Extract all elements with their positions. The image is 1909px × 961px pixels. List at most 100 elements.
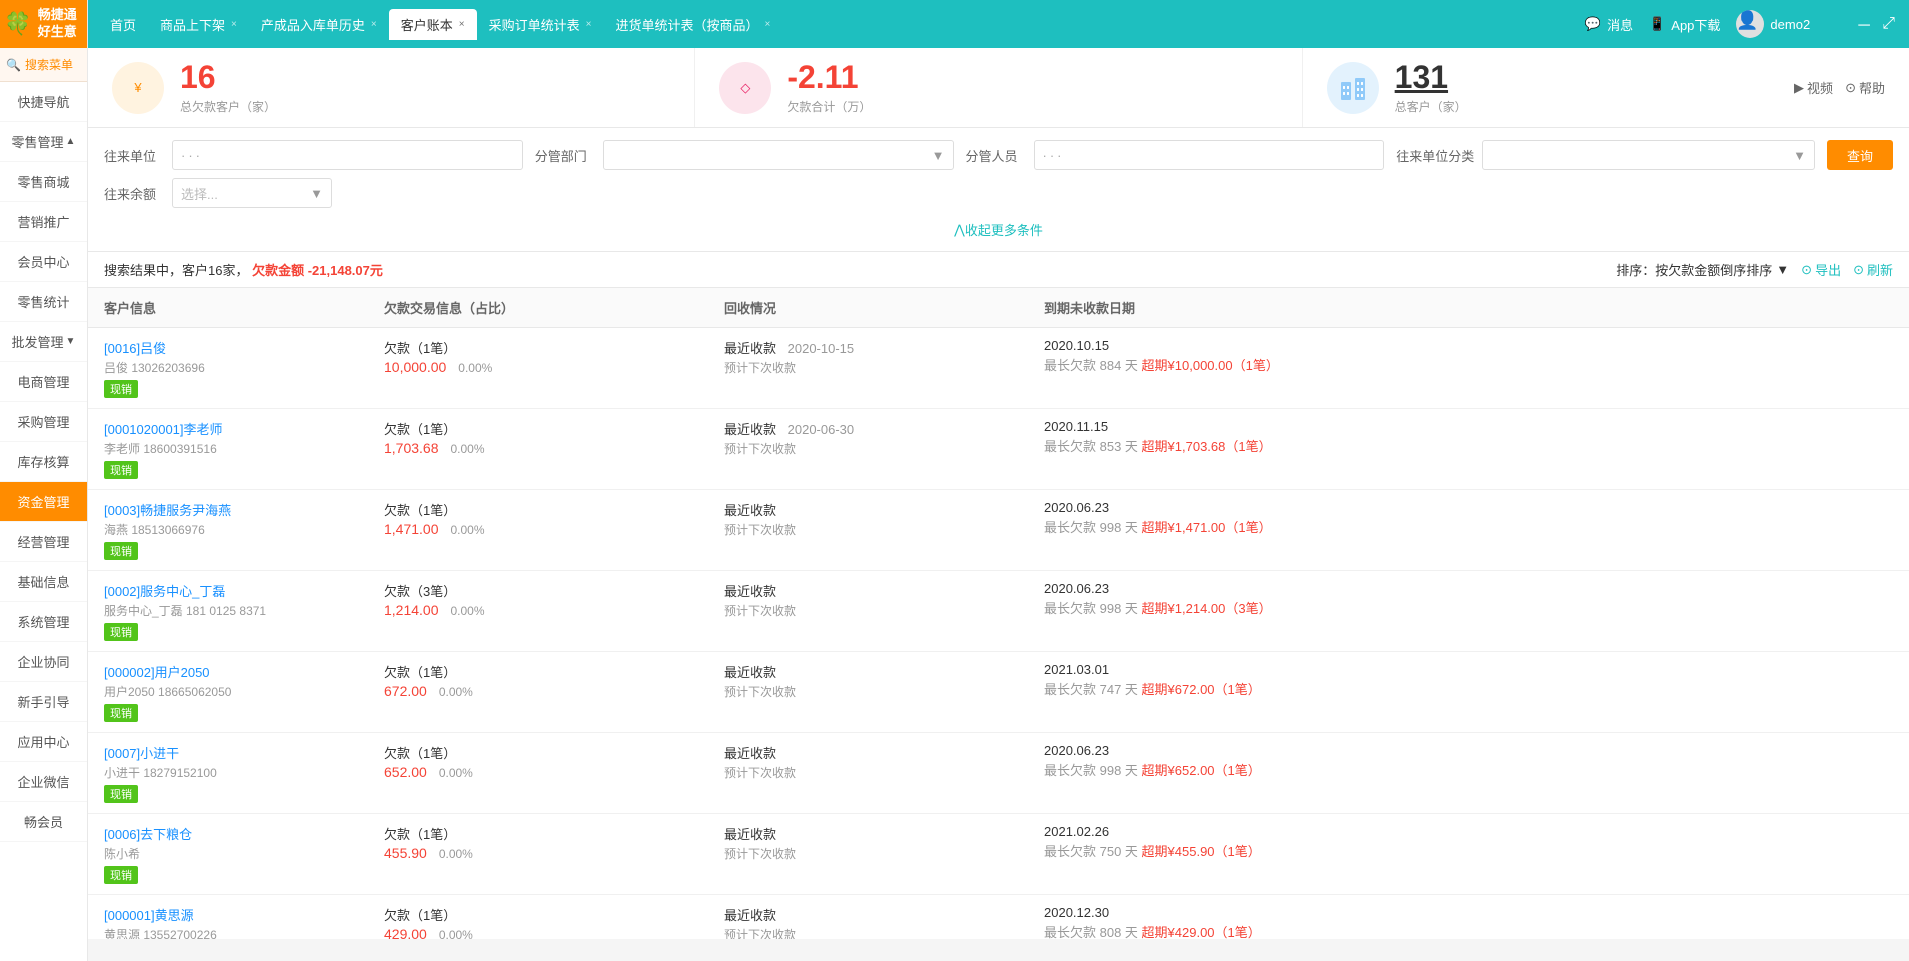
user-avatar: 👤 (1736, 10, 1764, 38)
message-btn[interactable]: 💬 消息 (1585, 15, 1633, 34)
collection-sub-6: 预计下次收款 (724, 845, 1012, 862)
sidebar-label-batch-mgmt: 批发管理 (12, 332, 64, 351)
table-row: [0006]去下粮仓 陈小希 现销 欠款（1笔） 455.90 0.00% (88, 814, 1909, 895)
table-area: 搜索结果中，客户16家， 欠款金额 -21,148.07元 排序：按欠款金额倒序… (88, 252, 1909, 961)
debt-count-2: 欠款（1笔） (384, 500, 485, 519)
sidebar-item-guide[interactable]: 新手引导 (0, 682, 87, 722)
sidebar-item-wechat[interactable]: 企业微信 (0, 762, 87, 802)
debt-container-6: 欠款（1笔） 455.90 0.00% (384, 824, 473, 861)
customer-name-2[interactable]: [0003]畅捷服务尹海燕 (104, 500, 352, 519)
tab-purchase-stats[interactable]: 进货单统计表（按商品） × (603, 9, 782, 40)
customer-name-5[interactable]: [0007]小进干 (104, 743, 352, 762)
sidebar-item-quick-nav[interactable]: 快捷导航 (0, 82, 87, 122)
debt-row-5: 欠款（1笔） 652.00 0.00% (384, 743, 692, 780)
app-download-btn[interactable]: 📱 App下载 (1649, 15, 1720, 34)
export-btn[interactable]: ⊙ 导出 (1801, 260, 1841, 279)
unit-category-select[interactable]: ▼ (1482, 140, 1815, 170)
department-select[interactable]: ▼ (603, 140, 954, 170)
search-button[interactable]: 查询 (1827, 140, 1893, 170)
manager-input[interactable]: ··· (1034, 140, 1385, 170)
debt-amount-row-2: 1,471.00 0.00% (384, 519, 485, 537)
overdue-amount-6[interactable]: 超期¥455.90（1笔） (1142, 844, 1261, 859)
filter-row-2: 往来余额 选择... ▼ (104, 178, 1893, 208)
overdue-date-5: 2020.06.23 (1044, 743, 1893, 758)
overdue-amount-0[interactable]: 超期¥10,000.00（1笔） (1142, 358, 1279, 373)
collapse-filters-row[interactable]: ⋀ 收起更多条件 (104, 216, 1893, 243)
app-name: 畅捷通好生意 (31, 7, 83, 41)
stat-debt-customers-label: 总欠款客户（家） (180, 98, 276, 115)
overdue-amount-1[interactable]: 超期¥1,703.68（1笔） (1142, 439, 1272, 454)
minimize-btn[interactable]: － (1852, 10, 1876, 38)
collection-info-5: 最近收款 (724, 743, 1012, 762)
tab-product-shelf[interactable]: 商品上下架 × (148, 9, 249, 40)
refresh-btn[interactable]: ⊙ 刷新 (1853, 260, 1893, 279)
collection-info-7: 最近收款 (724, 905, 1012, 924)
tab-product-shelf-label: 商品上下架 (160, 15, 225, 34)
cell-debt-info-4: 欠款（1笔） 672.00 0.00% (368, 652, 708, 733)
sidebar-item-app-center[interactable]: 应用中心 (0, 722, 87, 762)
tab-purchase-order-close[interactable]: × (586, 19, 592, 30)
sidebar-item-marketing[interactable]: 营销推广 (0, 202, 87, 242)
debt-percent-3: 0.00% (451, 604, 485, 618)
tab-home[interactable]: 首页 (98, 9, 148, 40)
overdue-amount-3[interactable]: 超期¥1,214.00（3笔） (1142, 601, 1272, 616)
export-icon: ⊙ (1801, 262, 1812, 278)
debt-count-6: 欠款（1笔） (384, 824, 473, 843)
cell-overdue-1: 2020.11.15 最长欠款 853 天 超期¥1,703.68（1笔） (1028, 409, 1909, 490)
overdue-detail-4: 最长欠款 747 天 超期¥672.00（1笔） (1044, 679, 1893, 698)
sidebar-item-operations[interactable]: 经营管理 (0, 522, 87, 562)
maximize-btn[interactable]: ⤢ (1878, 13, 1899, 35)
sidebar-item-member[interactable]: 会员中心 (0, 242, 87, 282)
tab-customer-account[interactable]: 客户账本 × (389, 9, 477, 40)
balance-arrow: ▼ (310, 186, 323, 201)
message-icon: 💬 (1585, 16, 1601, 32)
sidebar-item-retail-mgmt[interactable]: 零售管理 ▲ (0, 122, 87, 162)
customer-name-7[interactable]: [000001]黄思源 (104, 905, 352, 924)
tab-customer-account-close[interactable]: × (459, 19, 465, 30)
sidebar-item-enterprise[interactable]: 企业协同 (0, 642, 87, 682)
debt-count-4: 欠款（1笔） (384, 662, 473, 681)
table-row: [0007]小进干 小进干 18279152100 现销 欠款（1笔） 652.… (88, 733, 1909, 814)
sidebar-item-retail-store[interactable]: 零售商城 (0, 162, 87, 202)
customer-unit-input[interactable]: ··· (172, 140, 523, 170)
search-menu-item[interactable]: 🔍 搜索菜单 (0, 48, 87, 82)
customer-tag-0: 现销 (104, 380, 138, 398)
customer-name-0[interactable]: [0016]吕俊 (104, 338, 352, 357)
overdue-amount-7[interactable]: 超期¥429.00（1笔） (1142, 925, 1261, 939)
help-btn[interactable]: ⊙ 帮助 (1845, 78, 1885, 97)
video-btn[interactable]: ▶ 视频 (1794, 78, 1833, 97)
sidebar-item-batch-mgmt[interactable]: 批发管理 ▼ (0, 322, 87, 362)
overdue-amount-5[interactable]: 超期¥652.00（1笔） (1142, 763, 1261, 778)
customer-name-4[interactable]: [000002]用户2050 (104, 662, 352, 681)
tab-product-shelf-close[interactable]: × (231, 19, 237, 30)
cell-debt-info-6: 欠款（1笔） 455.90 0.00% (368, 814, 708, 895)
overdue-amount-2[interactable]: 超期¥1,471.00（1笔） (1142, 520, 1272, 535)
sidebar-label-wechat: 企业微信 (17, 772, 69, 791)
sidebar-label-inventory: 库存核算 (17, 452, 69, 471)
cell-overdue-5: 2020.06.23 最长欠款 998 天 超期¥652.00（1笔） (1028, 733, 1909, 814)
customer-name-3[interactable]: [0002]服务中心_丁磊 (104, 581, 352, 600)
debt-percent-1: 0.00% (451, 442, 485, 456)
sidebar-item-inventory[interactable]: 库存核算 (0, 442, 87, 482)
tab-product-history-close[interactable]: × (371, 19, 377, 30)
customer-name-1[interactable]: [0001020001]李老师 (104, 419, 352, 438)
sidebar-item-system[interactable]: 系统管理 (0, 602, 87, 642)
user-menu[interactable]: 👤 demo2 (1736, 10, 1810, 38)
sidebar-item-purchase[interactable]: 采购管理 (0, 402, 87, 442)
sidebar-item-ecommerce[interactable]: 电商管理 (0, 362, 87, 402)
customer-contact-0: 吕俊 13026203696 (104, 359, 352, 376)
sidebar-item-basic-info[interactable]: 基础信息 (0, 562, 87, 602)
sidebar-item-finance[interactable]: 资金管理 (0, 482, 87, 522)
overdue-amount-4[interactable]: 超期¥672.00（1笔） (1142, 682, 1261, 697)
tab-purchase-order[interactable]: 采购订单统计表 × (477, 9, 604, 40)
tab-product-history[interactable]: 产成品入库单历史 × (249, 9, 389, 40)
tab-purchase-stats-close[interactable]: × (764, 19, 770, 30)
sidebar-item-retail-stats[interactable]: 零售统计 (0, 282, 87, 322)
stat-debt-customers-info: 16 总欠款客户（家） (180, 60, 276, 114)
sidebar-label-guide: 新手引导 (17, 692, 69, 711)
sidebar-item-vip[interactable]: 畅会员 (0, 802, 87, 842)
customer-name-6[interactable]: [0006]去下粮仓 (104, 824, 352, 843)
cell-debt-info-3: 欠款（3笔） 1,214.00 0.00% (368, 571, 708, 652)
sort-select[interactable]: 排序：按欠款金额倒序排序 ▼ (1616, 260, 1789, 279)
balance-select[interactable]: 选择... ▼ (172, 178, 332, 208)
